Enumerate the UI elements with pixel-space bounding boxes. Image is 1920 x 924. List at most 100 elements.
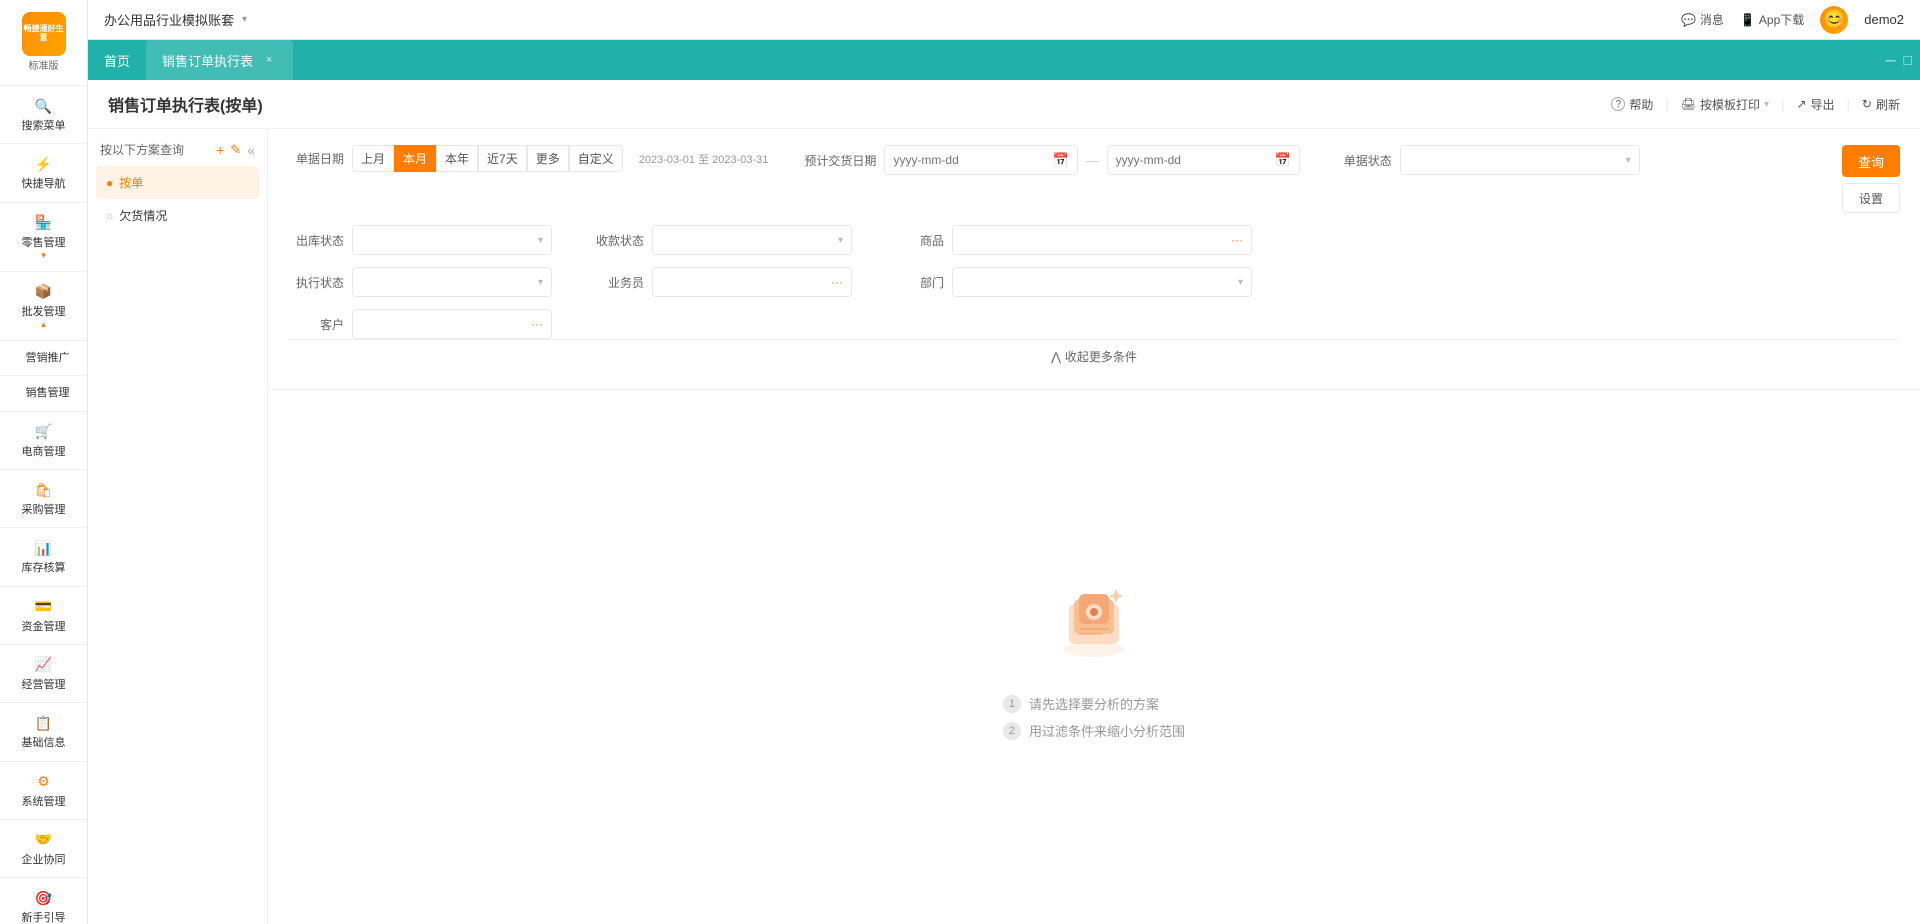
- header-dropdown-btn[interactable]: ▾: [242, 14, 247, 25]
- calendar-end-icon[interactable]: 📅: [1275, 152, 1291, 168]
- salesperson-field[interactable]: [661, 275, 827, 289]
- scheme-item-by-order[interactable]: ● 按单: [96, 166, 259, 199]
- delivery-status-select[interactable]: ▾: [352, 225, 552, 255]
- delivery-arrow-icon: ▾: [538, 235, 543, 246]
- app-logo-icon: 畅捷通好生意: [22, 12, 66, 56]
- help-icon: ?: [1611, 97, 1625, 111]
- sidebar-item-wholesale-mgmt[interactable]: 📦 批发管理 ▴: [0, 272, 87, 341]
- customer-more-icon[interactable]: ···: [531, 317, 543, 331]
- wholesale-icon: 📦: [34, 282, 54, 302]
- sidebar-item-sales-mgmt[interactable]: 销售管理: [0, 376, 87, 411]
- sidebar-item-newbie[interactable]: 🎯 新手引导: [0, 878, 87, 924]
- tab-bar: 首页 销售订单执行表 × ─ □: [88, 40, 1920, 80]
- sidebar-item-quick-nav[interactable]: ⚡ 快捷导航: [0, 144, 87, 202]
- sidebar-search-menu-label: 搜索菜单: [22, 119, 66, 133]
- header-title: 办公用品行业模拟账套: [104, 10, 234, 29]
- user-name: demo2: [1864, 12, 1904, 27]
- sidebar-item-purchase[interactable]: 🛍 采购管理: [0, 470, 87, 528]
- query-btn-group: 查询 设置: [1842, 145, 1900, 213]
- quick-nav-icon: ⚡: [34, 154, 54, 174]
- by-order-icon: ●: [106, 176, 113, 190]
- doc-status-label: 单据状态: [1336, 152, 1392, 169]
- message-btn[interactable]: 💬 消息: [1681, 11, 1724, 28]
- retail-arrow-icon: ▾: [41, 250, 46, 261]
- sidebar-item-ops-mgmt[interactable]: 📈 经营管理: [0, 645, 87, 703]
- dept-select[interactable]: ▾: [952, 267, 1252, 297]
- this-year-btn[interactable]: 本年: [436, 145, 478, 172]
- page-actions: ? 帮助 | 🖨 按模板打印 ▾ | ↗ 导出 | ↻ 刷新: [1611, 96, 1900, 113]
- payment-status-group: 收款状态 ▾: [588, 225, 852, 255]
- expected-date-start-input[interactable]: 📅: [884, 145, 1077, 175]
- sidebar-item-basic-info[interactable]: 📋 基础信息: [0, 703, 87, 761]
- doc-status-select[interactable]: ▾: [1400, 145, 1640, 175]
- export-btn[interactable]: ↗ 导出: [1796, 96, 1834, 113]
- settings-btn[interactable]: 设置: [1842, 183, 1900, 213]
- tab-close-btn[interactable]: ×: [261, 52, 277, 68]
- customer-group: 客户 ···: [288, 309, 552, 339]
- collapse-up-icon: ⋀: [1051, 350, 1061, 364]
- user-avatar[interactable]: 😊: [1820, 6, 1848, 34]
- sidebar-item-inventory[interactable]: 📊 库存核算: [0, 528, 87, 586]
- sidebar-item-ecommerce[interactable]: 🛒 电商管理: [0, 412, 87, 470]
- filter-row-3: 执行状态 ▾ 业务员 ···: [288, 267, 1900, 297]
- dept-group: 部门 ▾: [888, 267, 1900, 297]
- filter-row-4: 客户 ···: [288, 309, 1900, 339]
- scheme-item-debt-detail[interactable]: ○ 欠货情况: [96, 199, 259, 232]
- delivery-status-label: 出库状态: [288, 232, 344, 249]
- corp-collab-icon: 🤝: [34, 830, 54, 850]
- collapse-more-conditions-btn[interactable]: ⋀ 收起更多条件: [1051, 348, 1137, 365]
- export-icon: ↗: [1796, 97, 1806, 111]
- sidebar-item-retail-mgmt[interactable]: 🏪 零售管理 ▾: [0, 203, 87, 272]
- sidebar-item-finance[interactable]: 💳 资金管理: [0, 587, 87, 645]
- search-menu-icon: 🔍: [34, 96, 54, 116]
- app-download-btn[interactable]: 📱 App下载: [1740, 11, 1804, 28]
- last-month-btn[interactable]: 上月: [352, 145, 394, 172]
- more-date-btn[interactable]: 更多: [527, 145, 569, 172]
- sidebar-item-marketing[interactable]: 营销推广: [0, 341, 87, 376]
- product-label: 商品: [888, 232, 944, 249]
- product-field[interactable]: [961, 233, 1227, 247]
- expected-date-end-field[interactable]: [1116, 153, 1271, 167]
- tab-sales-order-exec[interactable]: 销售订单执行表 ×: [146, 40, 293, 80]
- tab-minimize-btn[interactable]: ─: [1886, 52, 1896, 68]
- salesperson-more-icon[interactable]: ···: [831, 275, 843, 289]
- custom-date-btn[interactable]: 自定义: [569, 145, 623, 172]
- sidebar-item-sys-mgmt[interactable]: ⚙ 系统管理: [0, 762, 87, 820]
- date-filter-row: 上月 本月 本年 近7天 更多 自定义: [352, 145, 623, 172]
- basic-info-icon: 📋: [34, 713, 54, 733]
- this-month-btn[interactable]: 本月: [394, 145, 436, 172]
- product-more-icon[interactable]: ···: [1231, 233, 1243, 247]
- top-header: 办公用品行业模拟账套 ▾ 💬 消息 📱 App下载 😊 demo2: [88, 0, 1920, 40]
- refresh-btn[interactable]: ↻ 刷新: [1862, 96, 1900, 113]
- customer-input[interactable]: ···: [352, 309, 552, 339]
- empty-state-icon: [1044, 574, 1144, 674]
- ecommerce-icon: 🛒: [34, 422, 54, 442]
- sidebar-item-corp-collab[interactable]: 🤝 企业协同: [0, 820, 87, 878]
- exec-status-select[interactable]: ▾: [352, 267, 552, 297]
- header-right-area: 💬 消息 📱 App下载 😊 demo2: [1681, 6, 1904, 34]
- left-panel-title: 按以下方案查询: [100, 141, 184, 158]
- expected-date-start-field[interactable]: [893, 153, 1048, 167]
- empty-state: 1 请先选择要分析的方案 2 用过滤条件来缩小分析范围: [268, 390, 1920, 924]
- product-input[interactable]: ···: [952, 225, 1252, 255]
- add-scheme-btn[interactable]: +: [216, 142, 224, 158]
- calendar-start-icon[interactable]: 📅: [1052, 152, 1068, 168]
- expected-date-group: 预计交货日期 📅 — 📅: [804, 145, 1299, 175]
- payment-status-select[interactable]: ▾: [652, 225, 852, 255]
- product-group: 商品 ···: [888, 225, 1900, 255]
- last-7days-btn[interactable]: 近7天: [478, 145, 527, 172]
- tab-maximize-btn[interactable]: □: [1904, 52, 1912, 68]
- tab-bar-right: ─ □: [1878, 52, 1920, 68]
- customer-label: 客户: [288, 316, 344, 333]
- help-btn[interactable]: ? 帮助: [1611, 96, 1653, 113]
- edit-scheme-btn[interactable]: ✎: [230, 142, 241, 158]
- customer-field[interactable]: [361, 317, 527, 331]
- query-btn[interactable]: 查询: [1842, 145, 1900, 177]
- tab-home[interactable]: 首页: [88, 40, 146, 80]
- sidebar-item-search-menu[interactable]: 🔍 搜索菜单: [0, 86, 87, 144]
- salesperson-input[interactable]: ···: [652, 267, 852, 297]
- expected-date-end-input[interactable]: 📅: [1107, 145, 1300, 175]
- message-icon: 💬: [1681, 13, 1696, 27]
- template-print-btn[interactable]: 🖨 按模板打印 ▾: [1681, 96, 1769, 113]
- collapse-panel-btn[interactable]: «: [247, 142, 255, 158]
